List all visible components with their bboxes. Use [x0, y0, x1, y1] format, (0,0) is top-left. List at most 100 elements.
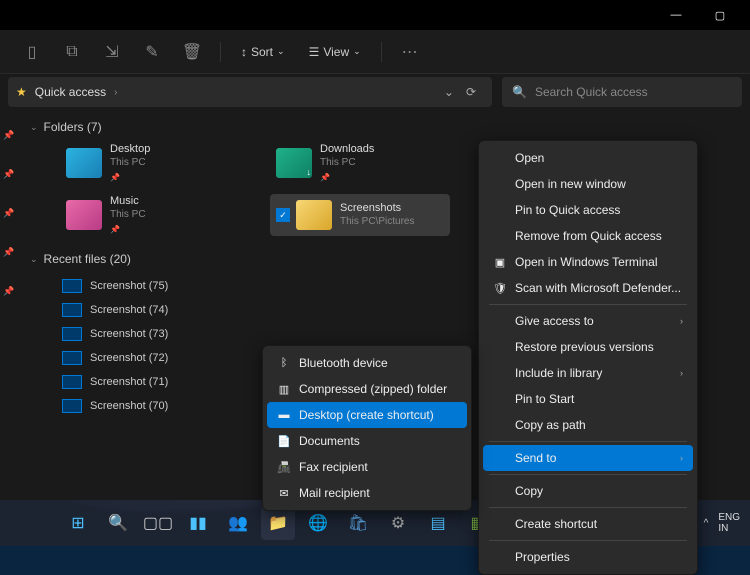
chevron-down-icon: ⌄ [277, 46, 285, 57]
pin-icon[interactable]: 📌 [3, 130, 14, 141]
pin-icon[interactable]: 📌 [3, 286, 14, 297]
menu-item[interactable]: Copy [483, 478, 693, 504]
settings-icon[interactable]: ⚙ [381, 506, 415, 540]
menu-item[interactable]: Send to › [483, 445, 693, 471]
folder-icon [296, 200, 332, 230]
menu-item-icon: ᛒ [277, 357, 291, 369]
image-file-icon [62, 279, 82, 293]
folder-icon [66, 200, 102, 230]
menu-item[interactable]: Restore previous versions [483, 334, 693, 360]
menu-item[interactable]: ✉Mail recipient [267, 480, 467, 506]
menu-item[interactable]: 📠Fax recipient [267, 454, 467, 480]
lang-line1: ENG [718, 512, 740, 523]
menu-separator [489, 540, 687, 541]
pin-icon: 📌 [110, 223, 146, 237]
folder-icon [66, 148, 102, 178]
menu-item-label: Create shortcut [515, 517, 597, 531]
search-icon: 🔍 [512, 85, 527, 99]
pin-icon: 📌 [320, 171, 374, 185]
breadcrumb[interactable]: ★ Quick access › ⌄ ⟳ [8, 77, 492, 107]
menu-item-label: Bluetooth device [299, 356, 388, 370]
menu-item[interactable]: Create shortcut [483, 511, 693, 537]
separator [381, 42, 382, 62]
menu-item[interactable]: 📄Documents [267, 428, 467, 454]
view-button[interactable]: ☰ View ⌄ [301, 41, 369, 63]
teams-icon[interactable]: 👥 [221, 506, 255, 540]
rename-icon[interactable]: ✎ [136, 36, 168, 68]
pin-icon[interactable]: 📌 [3, 247, 14, 258]
image-file-icon [62, 327, 82, 341]
menu-separator [489, 441, 687, 442]
checkbox-icon[interactable]: ✓ [276, 208, 290, 222]
menu-item[interactable]: Give access to› [483, 308, 693, 334]
system-tray[interactable]: ^ ENG IN [704, 512, 740, 534]
search-box[interactable]: 🔍 Search Quick access [502, 77, 742, 107]
folder-item[interactable]: MusicThis PC📌 [60, 194, 240, 236]
start-button[interactable]: ⊞ [61, 506, 95, 540]
folder-sub: This PC [320, 156, 374, 170]
menu-item[interactable]: ▥Compressed (zipped) folder [267, 376, 467, 402]
image-file-icon [62, 399, 82, 413]
file-name: Screenshot (71) [90, 376, 168, 388]
paste-icon[interactable]: ⇲ [96, 36, 128, 68]
menu-separator [489, 507, 687, 508]
chevron-right-icon: › [680, 453, 683, 463]
folder-item[interactable]: ↓DownloadsThis PC📌 [270, 142, 450, 184]
maximize-button[interactable]: ▢ [698, 0, 742, 30]
menu-item-label: Give access to [515, 314, 594, 328]
folder-item[interactable]: ✓ScreenshotsThis PC\Pictures [270, 194, 450, 236]
menu-item-label: Include in library [515, 366, 602, 380]
edge-icon[interactable]: 🌐 [301, 506, 335, 540]
folders-header[interactable]: ⌄ Folders (7) [30, 120, 738, 134]
refresh-icon[interactable]: ⟳ [466, 85, 476, 99]
app-icon[interactable]: ▤ [421, 506, 455, 540]
search-button[interactable]: 🔍 [101, 506, 135, 540]
sort-button[interactable]: ↕ Sort ⌄ [233, 41, 293, 63]
image-file-icon [62, 351, 82, 365]
menu-item[interactable]: Pin to Start [483, 386, 693, 412]
context-submenu-sendto[interactable]: ᛒ Bluetooth device ▥Compressed (zipped) fo… [262, 345, 472, 511]
menu-item[interactable]: Copy as path [483, 412, 693, 438]
menu-item[interactable]: ▬Desktop (create shortcut) [267, 402, 467, 428]
menu-item-label: Restore previous versions [515, 340, 654, 354]
copy-icon[interactable]: ⧉ [56, 36, 88, 68]
folder-item[interactable]: DesktopThis PC📌 [60, 142, 240, 184]
folder-text: MusicThis PC📌 [110, 194, 146, 237]
widgets-button[interactable]: ▮▮ [181, 506, 215, 540]
menu-item[interactable]: ᛒ Bluetooth device [267, 350, 467, 376]
new-icon[interactable]: ▯ [16, 36, 48, 68]
menu-item-icon: ✉ [277, 487, 291, 500]
pin-icon[interactable]: 📌 [3, 169, 14, 180]
menu-item-label: Compressed (zipped) folder [299, 382, 447, 396]
chevron-up-icon[interactable]: ^ [704, 518, 709, 529]
pin-icon[interactable]: 📌 [3, 208, 14, 219]
recent-label: Recent files (20) [44, 252, 131, 266]
minimize-button[interactable]: — [654, 0, 698, 30]
folder-name: Screenshots [340, 201, 414, 215]
menu-item-label: Open [515, 151, 544, 165]
explorer-icon[interactable]: 📁 [261, 506, 295, 540]
file-name: Screenshot (75) [90, 280, 168, 292]
menu-item[interactable]: Include in library› [483, 360, 693, 386]
more-button[interactable]: ⋯ [394, 36, 426, 68]
pin-icon: 📌 [110, 171, 150, 185]
chevron-down-icon[interactable]: ⌄ [444, 85, 454, 99]
titlebar: — ▢ [0, 0, 750, 30]
menu-item[interactable]: Open in new window [483, 171, 693, 197]
menu-item-label: Pin to Start [515, 392, 574, 406]
store-icon[interactable]: 🛍 [341, 506, 375, 540]
menu-item[interactable]: Properties [483, 544, 693, 570]
menu-item[interactable]: ▣Open in Windows Terminal [483, 249, 693, 275]
context-menu[interactable]: Open Open in new window Pin to Quick acces… [478, 140, 698, 575]
folder-text: DesktopThis PC📌 [110, 142, 150, 185]
file-name: Screenshot (70) [90, 400, 168, 412]
task-view-button[interactable]: ▢▢ [141, 506, 175, 540]
menu-item[interactable]: Open [483, 145, 693, 171]
menu-item[interactable]: Remove from Quick access [483, 223, 693, 249]
menu-item[interactable]: Pin to Quick access [483, 197, 693, 223]
delete-icon[interactable]: 🗑 [176, 36, 208, 68]
star-icon: ★ [16, 85, 27, 99]
menu-item-label: Pin to Quick access [515, 203, 620, 217]
menu-item[interactable]: 🛡Scan with Microsoft Defender... [483, 275, 693, 301]
menu-item-label: Send to [515, 451, 556, 465]
